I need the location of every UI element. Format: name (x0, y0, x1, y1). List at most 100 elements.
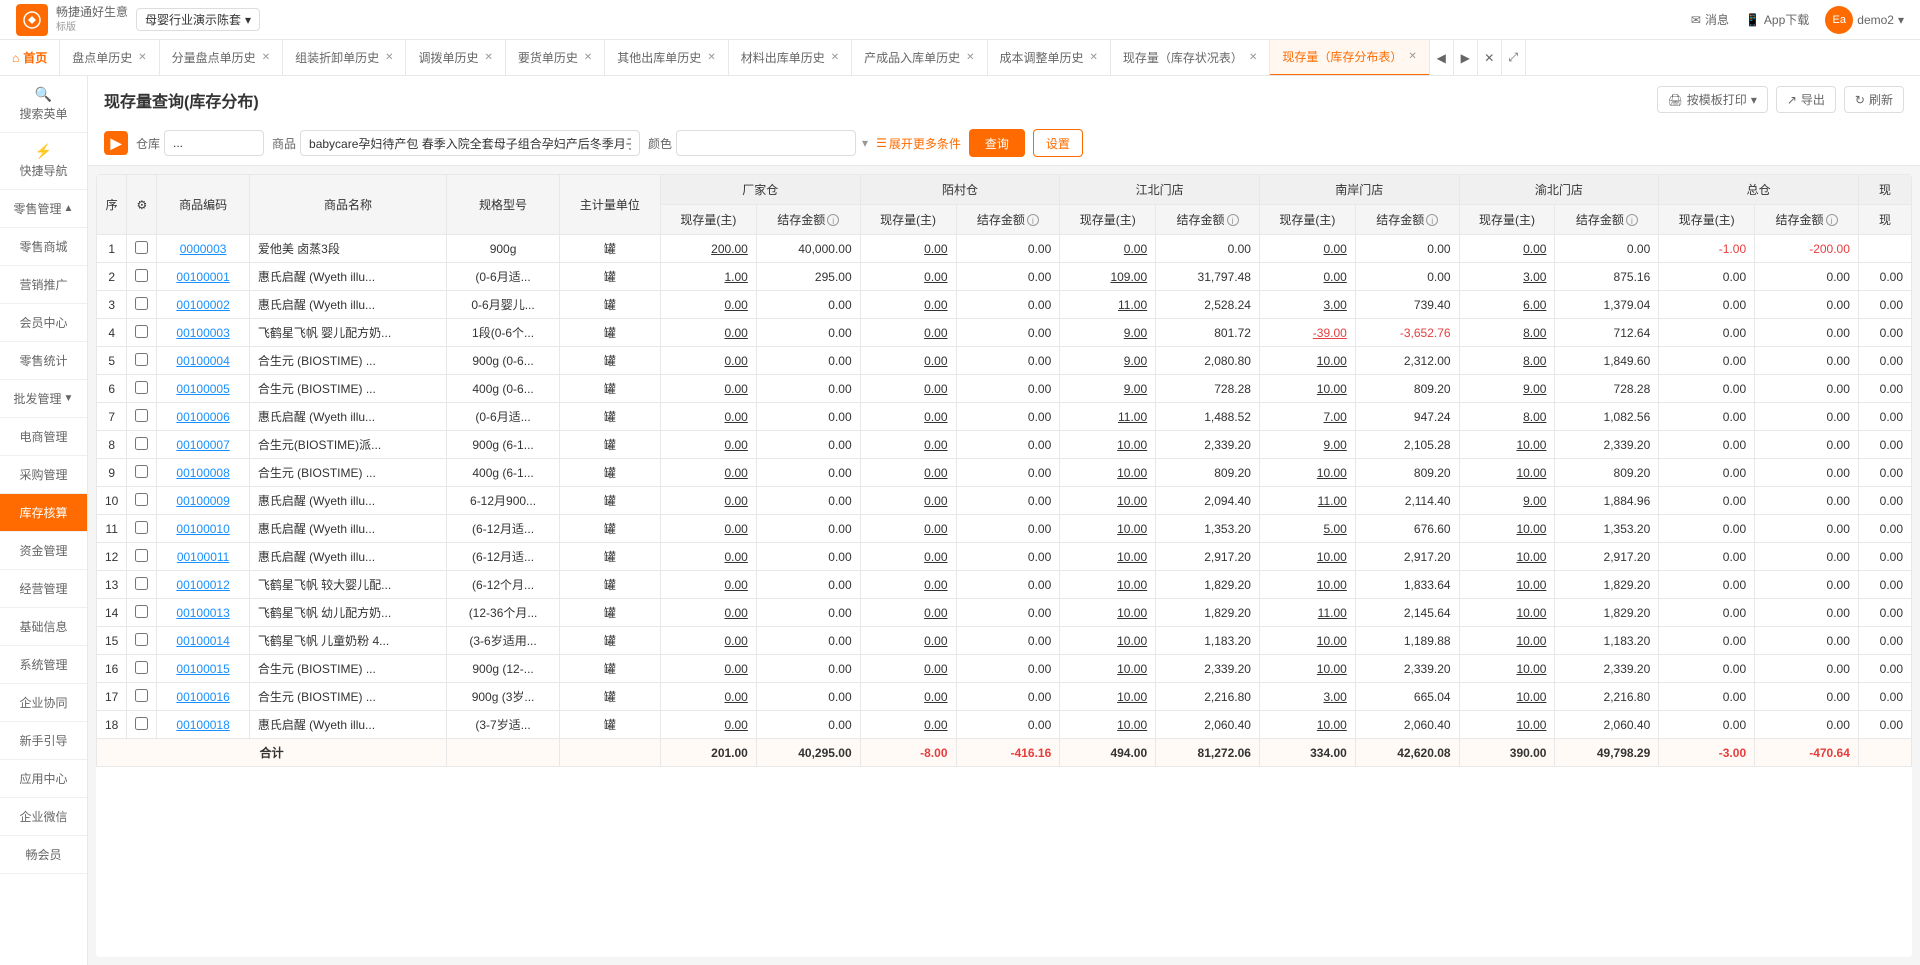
export-btn[interactable]: ↗ 导出 (1776, 86, 1836, 113)
tab-cost-adjust[interactable]: 成本调整单历史 ✕ (988, 40, 1111, 76)
row-c1-qty[interactable]: 0.00 (660, 375, 756, 403)
tab-stock-dist[interactable]: 现存量（库存分布表） ✕ (1270, 40, 1429, 76)
sidebar-item-base[interactable]: 基础信息 (0, 608, 87, 646)
row-code[interactable]: 00100008 (157, 459, 249, 487)
sidebar-item-marketing[interactable]: 营销推广 (0, 266, 87, 304)
row-c3-qty[interactable]: 10.00 (1060, 599, 1156, 627)
row-c2-qty[interactable]: 0.00 (860, 375, 956, 403)
company-dropdown[interactable]: 母婴行业演示陈套 ▾ (136, 8, 260, 31)
sidebar-item-wechat[interactable]: 企业微信 (0, 798, 87, 836)
sidebar-item-nav[interactable]: ⚡ 快捷导航 (0, 133, 87, 190)
setting-button[interactable]: 设置 (1033, 129, 1083, 157)
row-c4-qty[interactable]: 0.00 (1259, 235, 1355, 263)
row-checkbox[interactable] (127, 319, 157, 347)
row-c2-qty[interactable]: 0.00 (860, 711, 956, 739)
row-c4-qty[interactable]: 0.00 (1259, 263, 1355, 291)
row-code[interactable]: 00100012 (157, 571, 249, 599)
row-c5-qty[interactable]: 6.00 (1459, 291, 1555, 319)
row-c3-qty[interactable]: 10.00 (1060, 487, 1156, 515)
tab-material-out[interactable]: 材料出库单历史 ✕ (729, 40, 852, 76)
sidebar-item-ops[interactable]: 经营管理 (0, 570, 87, 608)
row-c4-qty[interactable]: 9.00 (1259, 431, 1355, 459)
row-c3-qty[interactable]: 0.00 (1060, 235, 1156, 263)
info-icon[interactable]: i (1626, 214, 1638, 226)
row-code[interactable]: 00100010 (157, 515, 249, 543)
tab-other-out[interactable]: 其他出库单历史 ✕ (605, 40, 728, 76)
expand-more-btn[interactable]: ☰ 展开更多条件 (876, 135, 961, 152)
close-icon[interactable]: ✕ (831, 52, 839, 63)
row-c4-qty[interactable]: 5.00 (1259, 515, 1355, 543)
sidebar-item-member[interactable]: 会员中心 (0, 304, 87, 342)
row-code[interactable]: 00100004 (157, 347, 249, 375)
tab-product-in[interactable]: 产成品入库单历史 ✕ (852, 40, 987, 76)
sidebar-item-warehouse[interactable]: 库存核算 (0, 494, 87, 532)
row-c4-qty[interactable]: 11.00 (1259, 599, 1355, 627)
row-c5-qty[interactable]: 8.00 (1459, 347, 1555, 375)
row-c2-qty[interactable]: 0.00 (860, 683, 956, 711)
row-code[interactable]: 00100013 (157, 599, 249, 627)
row-c5-qty[interactable]: 10.00 (1459, 711, 1555, 739)
row-c5-qty[interactable]: 9.00 (1459, 375, 1555, 403)
row-c4-qty[interactable]: 3.00 (1259, 291, 1355, 319)
row-c1-qty[interactable]: 0.00 (660, 459, 756, 487)
row-c5-qty[interactable]: 10.00 (1459, 571, 1555, 599)
sidebar-item-wholesale[interactable]: 批发管理 ▼ (0, 380, 87, 418)
row-checkbox[interactable] (127, 235, 157, 263)
row-code[interactable]: 00100016 (157, 683, 249, 711)
row-c1-qty[interactable]: 0.00 (660, 543, 756, 571)
sidebar-item-system[interactable]: 系统管理 (0, 646, 87, 684)
row-c2-qty[interactable]: 0.00 (860, 319, 956, 347)
row-code[interactable]: 00100015 (157, 655, 249, 683)
tab-assembly[interactable]: 组装折卸单历史 ✕ (283, 40, 406, 76)
row-code[interactable]: 00100006 (157, 403, 249, 431)
row-c1-qty[interactable]: 0.00 (660, 347, 756, 375)
row-checkbox[interactable] (127, 683, 157, 711)
sidebar-item-collab[interactable]: 企业协同 (0, 684, 87, 722)
sidebar-item-vip[interactable]: 畅会员 (0, 836, 87, 874)
sidebar-item-guide[interactable]: 新手引导 (0, 722, 87, 760)
row-c3-qty[interactable]: 10.00 (1060, 683, 1156, 711)
close-icon[interactable]: ✕ (966, 52, 974, 63)
row-c1-qty[interactable]: 200.00 (660, 235, 756, 263)
close-icon[interactable]: ✕ (1090, 52, 1098, 63)
row-code[interactable]: 00100007 (157, 431, 249, 459)
row-c3-qty[interactable]: 9.00 (1060, 375, 1156, 403)
print-btn[interactable]: 🖨 按模板打印 ▾ (1657, 86, 1768, 113)
row-checkbox[interactable] (127, 263, 157, 291)
row-c3-qty[interactable]: 9.00 (1060, 319, 1156, 347)
row-c2-qty[interactable]: 0.00 (860, 291, 956, 319)
row-checkbox[interactable] (127, 627, 157, 655)
row-checkbox[interactable] (127, 543, 157, 571)
tab-split-inventory[interactable]: 分量盘点单历史 ✕ (160, 40, 283, 76)
row-code[interactable]: 00100009 (157, 487, 249, 515)
close-icon[interactable]: ✕ (1249, 52, 1257, 63)
row-code[interactable]: 00100018 (157, 711, 249, 739)
row-c5-qty[interactable]: 0.00 (1459, 235, 1555, 263)
row-c2-qty[interactable]: 0.00 (860, 263, 956, 291)
row-c1-qty[interactable]: 0.00 (660, 291, 756, 319)
row-c3-qty[interactable]: 10.00 (1060, 431, 1156, 459)
row-checkbox[interactable] (127, 711, 157, 739)
tab-requisition[interactable]: 要货单历史 ✕ (506, 40, 605, 76)
row-c5-qty[interactable]: 8.00 (1459, 403, 1555, 431)
close-icon[interactable]: ✕ (385, 52, 393, 63)
row-c4-qty[interactable]: 11.00 (1259, 487, 1355, 515)
row-c3-qty[interactable]: 109.00 (1060, 263, 1156, 291)
row-c2-qty[interactable]: 0.00 (860, 459, 956, 487)
row-c4-qty[interactable]: 3.00 (1259, 683, 1355, 711)
row-code[interactable]: 00100003 (157, 319, 249, 347)
row-c5-qty[interactable]: 10.00 (1459, 431, 1555, 459)
row-c2-qty[interactable]: 0.00 (860, 431, 956, 459)
row-c3-qty[interactable]: 10.00 (1060, 627, 1156, 655)
goods-input[interactable] (300, 130, 640, 156)
row-code[interactable]: 00100014 (157, 627, 249, 655)
row-c3-qty[interactable]: 10.00 (1060, 571, 1156, 599)
row-c4-qty[interactable]: 10.00 (1259, 543, 1355, 571)
row-c5-qty[interactable]: 10.00 (1459, 655, 1555, 683)
row-c4-qty[interactable]: 10.00 (1259, 459, 1355, 487)
row-c4-qty[interactable]: -39.00 (1259, 319, 1355, 347)
row-checkbox[interactable] (127, 599, 157, 627)
query-button[interactable]: 查询 (969, 129, 1025, 157)
row-c2-qty[interactable]: 0.00 (860, 543, 956, 571)
close-icon[interactable]: ✕ (1408, 51, 1416, 62)
